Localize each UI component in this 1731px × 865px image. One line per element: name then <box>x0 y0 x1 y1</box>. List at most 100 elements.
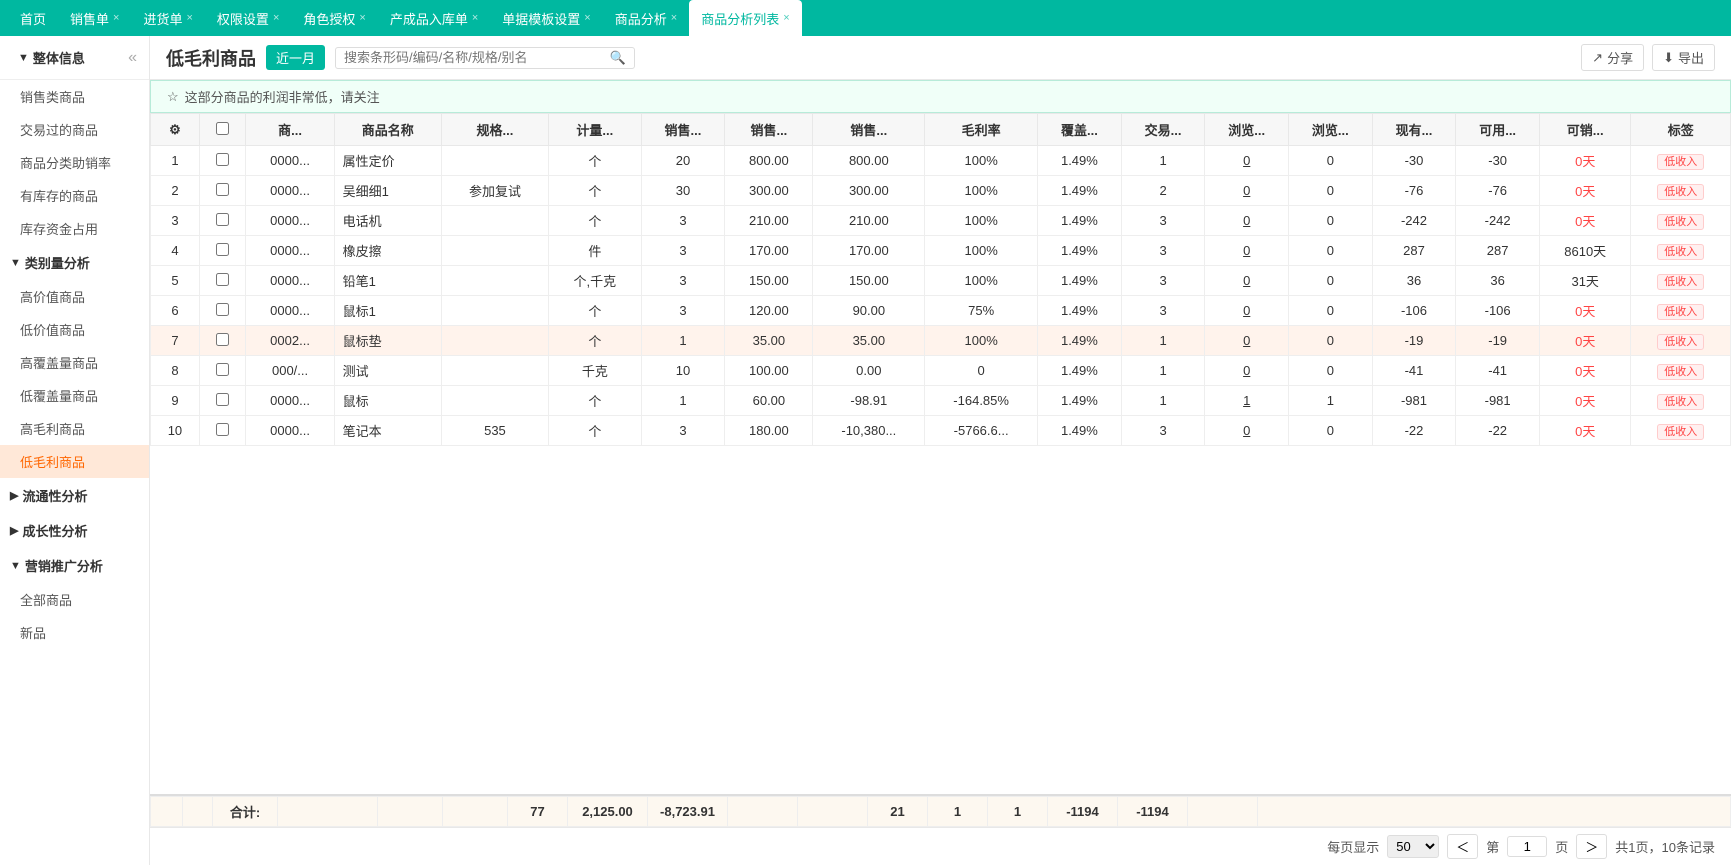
sidebar-item-category-rate[interactable]: 商品分类助销率 <box>0 146 149 179</box>
nav-product-entry-close[interactable]: × <box>472 12 478 24</box>
th-name[interactable]: 商品名称 <box>334 114 441 146</box>
page-number-input[interactable] <box>1507 836 1547 857</box>
row-current-stock: -242 <box>1372 206 1456 236</box>
nav-product-analysis-close[interactable]: × <box>671 12 677 24</box>
row-checkbox[interactable] <box>199 296 246 326</box>
nav-template[interactable]: 单据模板设置 × <box>490 0 602 36</box>
row-views1[interactable]: 1 <box>1205 386 1289 416</box>
row-views1[interactable]: 0 <box>1205 356 1289 386</box>
sidebar-item-stocked-products[interactable]: 有库存的商品 <box>0 179 149 212</box>
row-name[interactable]: 吴细细1 <box>334 176 441 206</box>
sidebar-group-growth[interactable]: ▶ 成长性分析 <box>0 513 149 548</box>
row-name[interactable]: 笔记本 <box>334 416 441 446</box>
sidebar-item-low-value[interactable]: 低价值商品 <box>0 313 149 346</box>
th-sales-price[interactable]: 销售... <box>725 114 813 146</box>
nav-roles[interactable]: 角色授权 × <box>291 0 377 36</box>
th-coverage[interactable]: 覆盖... <box>1038 114 1122 146</box>
page-size-select[interactable]: 50 100 200 <box>1387 835 1439 858</box>
nav-template-close[interactable]: × <box>584 12 590 24</box>
sidebar-item-all-products[interactable]: 全部商品 <box>0 583 149 616</box>
row-views1[interactable]: 0 <box>1205 326 1289 356</box>
prev-page-button[interactable]: ＜ <box>1447 834 1478 859</box>
next-page-button[interactable]: ＞ <box>1576 834 1607 859</box>
th-sellable[interactable]: 可销... <box>1539 114 1631 146</box>
row-views1[interactable]: 0 <box>1205 266 1289 296</box>
search-icon[interactable]: 🔍 <box>610 50 626 66</box>
row-checkbox[interactable] <box>199 356 246 386</box>
row-checkbox[interactable] <box>199 326 246 356</box>
th-tag[interactable]: 标签 <box>1631 114 1731 146</box>
nav-product-analysis[interactable]: 商品分析 × <box>603 0 689 36</box>
sidebar-group-circulation[interactable]: ▶ 流通性分析 <box>0 478 149 513</box>
nav-purchase-close[interactable]: × <box>186 12 192 24</box>
th-views1[interactable]: 浏览... <box>1205 114 1289 146</box>
th-sales-profit[interactable]: 销售... <box>813 114 925 146</box>
th-settings[interactable]: ⚙ <box>151 114 200 146</box>
nav-permissions[interactable]: 权限设置 × <box>205 0 291 36</box>
row-name[interactable]: 橡皮擦 <box>334 236 441 266</box>
row-checkbox[interactable] <box>199 206 246 236</box>
sidebar-item-inventory-capital[interactable]: 库存资金占用 <box>0 212 149 245</box>
th-spec[interactable]: 规格... <box>441 114 548 146</box>
row-sales-price: 170.00 <box>725 236 813 266</box>
sidebar-group-category[interactable]: ▼ 类别量分析 <box>0 245 149 280</box>
row-name[interactable]: 鼠标 <box>334 386 441 416</box>
sidebar-item-high-value[interactable]: 高价值商品 <box>0 280 149 313</box>
sidebar-group-overall[interactable]: ▼ 整体信息 <box>8 40 95 75</box>
row-views1[interactable]: 0 <box>1205 176 1289 206</box>
row-name[interactable]: 电话机 <box>334 206 441 236</box>
row-checkbox[interactable] <box>199 146 246 176</box>
row-views1[interactable]: 0 <box>1205 416 1289 446</box>
row-checkbox[interactable] <box>199 386 246 416</box>
nav-product-analysis-list-close[interactable]: × <box>783 12 789 24</box>
row-checkbox[interactable] <box>199 176 246 206</box>
row-views1[interactable]: 0 <box>1205 296 1289 326</box>
row-name[interactable]: 属性定价 <box>334 146 441 176</box>
row-views1[interactable]: 0 <box>1205 206 1289 236</box>
select-all-checkbox[interactable] <box>216 122 229 135</box>
th-checkbox[interactable] <box>199 114 246 146</box>
row-name[interactable]: 铅笔1 <box>334 266 441 296</box>
sidebar-item-traded-products[interactable]: 交易过的商品 <box>0 113 149 146</box>
row-name[interactable]: 测试 <box>334 356 441 386</box>
nav-roles-close[interactable]: × <box>359 12 365 24</box>
sidebar-collapse-btn[interactable]: « <box>124 45 141 71</box>
export-button[interactable]: ⬇ 导出 <box>1652 44 1715 71</box>
sidebar-group-marketing[interactable]: ▼ 营销推广分析 <box>0 548 149 583</box>
sidebar-item-low-margin[interactable]: 低毛利商品 <box>0 445 149 478</box>
row-views1[interactable]: 0 <box>1205 236 1289 266</box>
th-code[interactable]: 商... <box>246 114 334 146</box>
nav-home[interactable]: 首页 <box>8 0 58 36</box>
row-checkbox[interactable] <box>199 236 246 266</box>
nav-product-entry[interactable]: 产成品入库单 × <box>378 0 490 36</box>
sidebar-item-high-margin[interactable]: 高毛利商品 <box>0 412 149 445</box>
sidebar-item-low-coverage[interactable]: 低覆盖量商品 <box>0 379 149 412</box>
nav-sales-close[interactable]: × <box>113 12 119 24</box>
row-code: 0000... <box>246 266 334 296</box>
th-available[interactable]: 可用... <box>1456 114 1540 146</box>
th-gross-margin[interactable]: 毛利率 <box>925 114 1038 146</box>
sidebar-item-new-products[interactable]: 新品 <box>0 616 149 649</box>
share-button[interactable]: ↗ 分享 <box>1581 44 1644 71</box>
row-name[interactable]: 鼠标1 <box>334 296 441 326</box>
date-filter-button[interactable]: 近一月 <box>266 45 325 70</box>
sidebar-item-high-coverage[interactable]: 高覆盖量商品 <box>0 346 149 379</box>
total-coverage <box>798 797 868 827</box>
row-views1[interactable]: 0 <box>1205 146 1289 176</box>
total-views1: 1 <box>928 797 988 827</box>
nav-permissions-close[interactable]: × <box>273 12 279 24</box>
nav-sales[interactable]: 销售单 × <box>58 0 131 36</box>
search-input[interactable] <box>344 50 610 65</box>
th-unit[interactable]: 计量... <box>549 114 642 146</box>
sidebar-item-sales-products[interactable]: 销售类商品 <box>0 80 149 113</box>
th-transaction[interactable]: 交易... <box>1121 114 1205 146</box>
th-current-stock[interactable]: 现有... <box>1372 114 1456 146</box>
row-spec <box>441 206 548 236</box>
row-checkbox[interactable] <box>199 266 246 296</box>
row-checkbox[interactable] <box>199 416 246 446</box>
nav-purchase[interactable]: 进货单 × <box>131 0 204 36</box>
th-views2[interactable]: 浏览... <box>1289 114 1373 146</box>
th-sales-count[interactable]: 销售... <box>641 114 725 146</box>
row-name[interactable]: 鼠标垫 <box>334 326 441 356</box>
nav-product-analysis-list[interactable]: 商品分析列表 × <box>689 0 801 36</box>
